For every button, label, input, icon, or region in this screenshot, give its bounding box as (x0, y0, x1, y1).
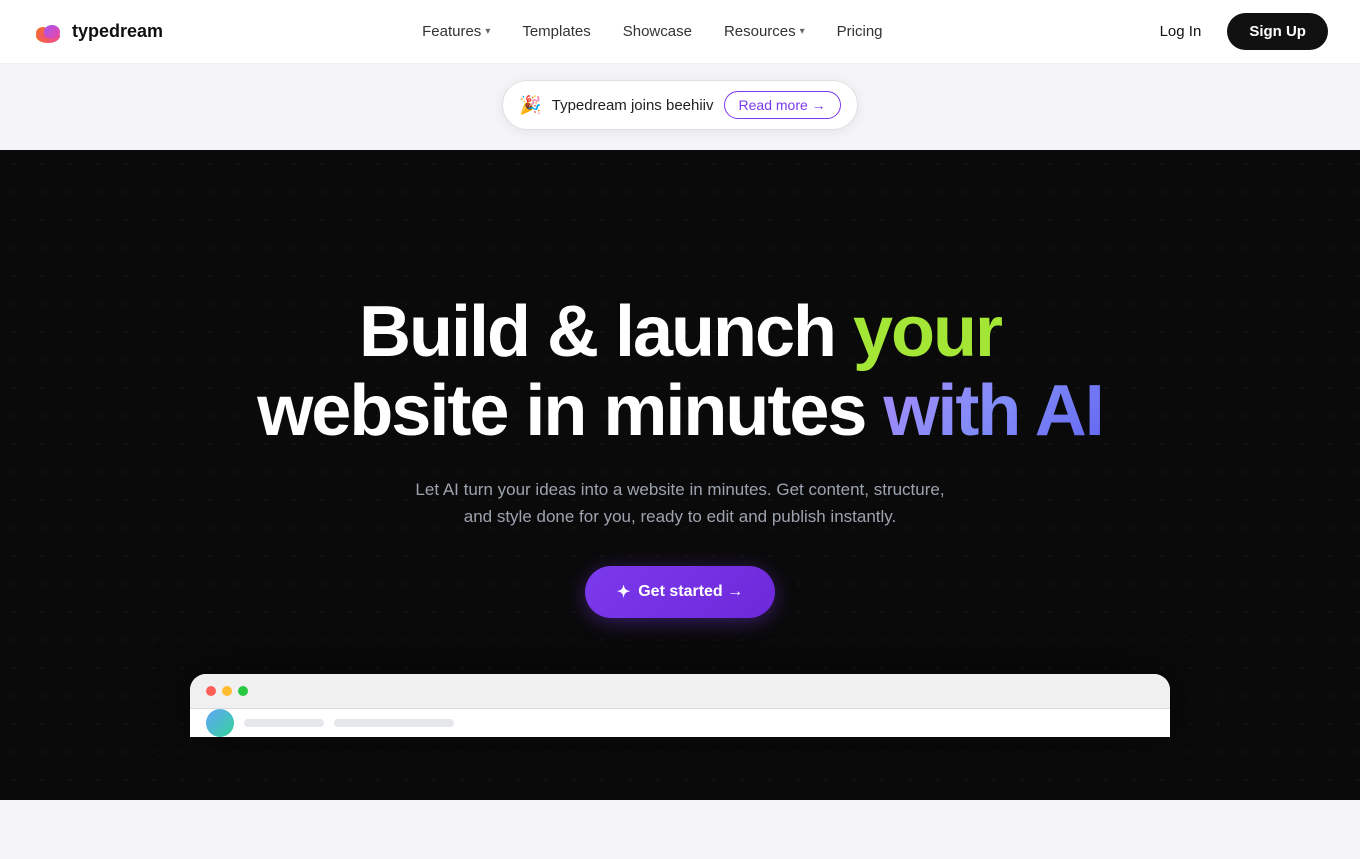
resources-chevron-icon: ▾ (800, 26, 805, 37)
hero-title: Build & launch your website in minutes w… (257, 293, 1102, 451)
hero-title-ai: with AI (883, 371, 1102, 451)
preview-dot-minimize (222, 686, 232, 696)
nav-menu: Features ▾ Templates Showcase Resources … (408, 15, 896, 48)
preview-avatar (206, 709, 234, 737)
logo-icon (32, 16, 64, 48)
read-more-link[interactable]: Read more → (724, 91, 841, 119)
hero-title-line2: website in minutes with AI (257, 371, 1102, 451)
preview-window-bar (190, 674, 1170, 709)
signup-button[interactable]: Sign Up (1227, 13, 1328, 50)
preview-bar-2 (334, 719, 454, 727)
hero-title-line1: Build & launch your (359, 292, 1001, 372)
features-chevron-icon: ▾ (485, 26, 490, 37)
nav-pricing[interactable]: Pricing (823, 15, 897, 48)
get-started-button[interactable]: ✦ Get started → (585, 566, 775, 618)
logo-link[interactable]: typedream (32, 16, 163, 48)
nav-actions: Log In Sign Up (1142, 13, 1328, 50)
nav-resources[interactable]: Resources ▾ (710, 15, 819, 48)
nav-features[interactable]: Features ▾ (408, 15, 504, 48)
hero-subtitle: Let AI turn your ideas into a website in… (400, 476, 960, 530)
preview-content (190, 709, 1170, 737)
hero-title-your: your (853, 292, 1001, 372)
sparkle-icon: ✦ (617, 582, 630, 602)
nav-showcase[interactable]: Showcase (609, 15, 706, 48)
navbar: typedream Features ▾ Templates Showcase … (0, 0, 1360, 64)
preview-dot-maximize (238, 686, 248, 696)
nav-templates[interactable]: Templates (508, 15, 604, 48)
preview-dot-close (206, 686, 216, 696)
announcement-text: Typedream joins beehiiv (552, 97, 714, 114)
hero-section: Build & launch your website in minutes w… (0, 150, 1360, 800)
announcement-emoji: 🎉 (519, 95, 541, 116)
preview-bar-1 (244, 719, 324, 727)
logo-text: typedream (72, 21, 163, 42)
announcement-pill: 🎉 Typedream joins beehiiv Read more → (502, 80, 857, 130)
hero-preview-card (190, 674, 1170, 737)
login-button[interactable]: Log In (1142, 15, 1220, 48)
hero-content: Build & launch your website in minutes w… (257, 293, 1102, 618)
